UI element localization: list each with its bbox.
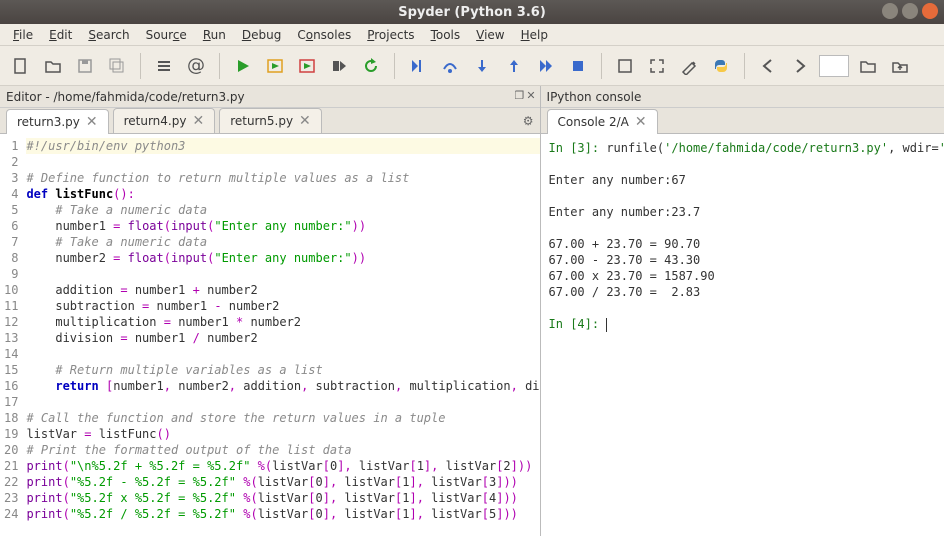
code-line: # Return multiple variables as a list	[26, 362, 539, 378]
menubar: File Edit Search Source Run Debug Consol…	[0, 24, 944, 46]
save-all-icon[interactable]	[104, 53, 130, 79]
code-line: #!/usr/bin/env python3	[26, 138, 539, 154]
back-icon[interactable]	[755, 53, 781, 79]
menu-search[interactable]: Search	[81, 26, 136, 44]
working-dir-dropdown[interactable]	[819, 55, 849, 77]
toolbar: @	[0, 46, 944, 86]
code-line	[26, 266, 539, 282]
tab-label: Console 2/A	[558, 115, 629, 129]
python-path-icon[interactable]	[708, 53, 734, 79]
code-editor[interactable]: 123456789101112131415161718192021222324 …	[0, 134, 540, 536]
menu-tools[interactable]: Tools	[424, 26, 468, 44]
debug-step-end-icon[interactable]	[405, 53, 431, 79]
code-line: return [number1, number2, addition, subt…	[26, 378, 539, 394]
code-line: # Call the function and store the return…	[26, 410, 539, 426]
console-pane-header: IPython console ❐✕	[541, 86, 944, 108]
code-line: addition = number1 + number2	[26, 282, 539, 298]
tab-label: return5.py	[230, 114, 293, 128]
code-line: listVar = listFunc()	[26, 426, 539, 442]
maximize-icon[interactable]	[902, 3, 918, 19]
tab-console-2a[interactable]: Console 2/A ✕	[547, 109, 658, 134]
debug-step-out-icon[interactable]	[501, 53, 527, 79]
run-icon[interactable]	[230, 53, 256, 79]
code-line: print("%5.2f x %5.2f = %5.2f" %(listVar[…	[26, 490, 539, 506]
gear-icon[interactable]: ⚙	[523, 114, 534, 128]
new-file-icon[interactable]	[8, 53, 34, 79]
debug-step-into-icon[interactable]	[469, 53, 495, 79]
menu-run[interactable]: Run	[196, 26, 233, 44]
ipython-console[interactable]: In [3]: runfile('/home/fahmida/code/retu…	[541, 134, 944, 536]
fullscreen-icon[interactable]	[644, 53, 670, 79]
run-cell-icon[interactable]	[262, 53, 288, 79]
close-icon[interactable]	[922, 3, 938, 19]
tab-return5[interactable]: return5.py ✕	[219, 108, 322, 133]
editor-pane-header: Editor - /home/fahmida/code/return3.py ❐…	[0, 86, 540, 108]
titlebar: Spyder (Python 3.6)	[0, 0, 944, 24]
close-tab-icon[interactable]: ✕	[86, 114, 98, 130]
code-line: multiplication = number1 * number2	[26, 314, 539, 330]
at-icon[interactable]: @	[183, 53, 209, 79]
tab-return4[interactable]: return4.py ✕	[113, 108, 216, 133]
save-icon[interactable]	[72, 53, 98, 79]
list-icon[interactable]	[151, 53, 177, 79]
close-tab-icon[interactable]: ✕	[635, 114, 647, 130]
console-pane: IPython console ❐✕ Console 2/A ✕ ■ ✎ ⚙ I…	[541, 86, 944, 536]
code-line	[26, 154, 539, 170]
debug-continue-icon[interactable]	[533, 53, 559, 79]
tab-return3[interactable]: return3.py ✕	[6, 109, 109, 134]
menu-view[interactable]: View	[469, 26, 511, 44]
menu-debug[interactable]: Debug	[235, 26, 288, 44]
menu-file[interactable]: File	[6, 26, 40, 44]
tab-label: return4.py	[124, 114, 187, 128]
tab-label: return3.py	[17, 115, 80, 129]
menu-source[interactable]: Source	[139, 26, 194, 44]
code-line	[26, 346, 539, 362]
maximize-pane-icon[interactable]	[612, 53, 638, 79]
window-title: Spyder (Python 3.6)	[398, 5, 546, 20]
code-line: # Take a numeric data	[26, 202, 539, 218]
forward-icon[interactable]	[787, 53, 813, 79]
close-tab-icon[interactable]: ✕	[299, 113, 311, 129]
debug-step-over-icon[interactable]	[437, 53, 463, 79]
preferences-icon[interactable]	[676, 53, 702, 79]
browse-dir-icon[interactable]	[855, 53, 881, 79]
open-file-icon[interactable]	[40, 53, 66, 79]
code-line	[26, 394, 539, 410]
run-selection-icon[interactable]	[326, 53, 352, 79]
debug-stop-icon[interactable]	[565, 53, 591, 79]
editor-tabbar: return3.py ✕ return4.py ✕ return5.py ✕ ⚙	[0, 108, 540, 134]
code-line: subtraction = number1 - number2	[26, 298, 539, 314]
run-cell-advance-icon[interactable]	[294, 53, 320, 79]
code-line: number2 = float(input("Enter any number:…	[26, 250, 539, 266]
code-line: # Define function to return multiple val…	[26, 170, 539, 186]
code-line: # Take a numeric data	[26, 234, 539, 250]
close-tab-icon[interactable]: ✕	[192, 113, 204, 129]
editor-pane: Editor - /home/fahmida/code/return3.py ❐…	[0, 86, 541, 536]
minimize-icon[interactable]	[882, 3, 898, 19]
menu-edit[interactable]: Edit	[42, 26, 79, 44]
console-pane-title: IPython console	[547, 90, 642, 104]
code-line: print("%5.2f - %5.2f = %5.2f" %(listVar[…	[26, 474, 539, 490]
close-pane-icon[interactable]: ✕	[526, 89, 535, 102]
restore-icon[interactable]: ❐	[514, 89, 524, 102]
editor-pane-title: Editor - /home/fahmida/code/return3.py	[6, 90, 245, 104]
console-tabbar: Console 2/A ✕ ■ ✎ ⚙	[541, 108, 944, 134]
rerun-icon[interactable]	[358, 53, 384, 79]
menu-projects[interactable]: Projects	[360, 26, 421, 44]
menu-help[interactable]: Help	[514, 26, 555, 44]
parent-dir-icon[interactable]	[887, 53, 913, 79]
code-line: # Print the formatted output of the list…	[26, 442, 539, 458]
menu-consoles[interactable]: Consoles	[290, 26, 358, 44]
code-line: number1 = float(input("Enter any number:…	[26, 218, 539, 234]
code-line: print("\n%5.2f + %5.2f = %5.2f" %(listVa…	[26, 458, 539, 474]
code-line: division = number1 / number2	[26, 330, 539, 346]
code-line: print("%5.2f / %5.2f = %5.2f" %(listVar[…	[26, 506, 539, 522]
code-line: def listFunc():	[26, 186, 539, 202]
